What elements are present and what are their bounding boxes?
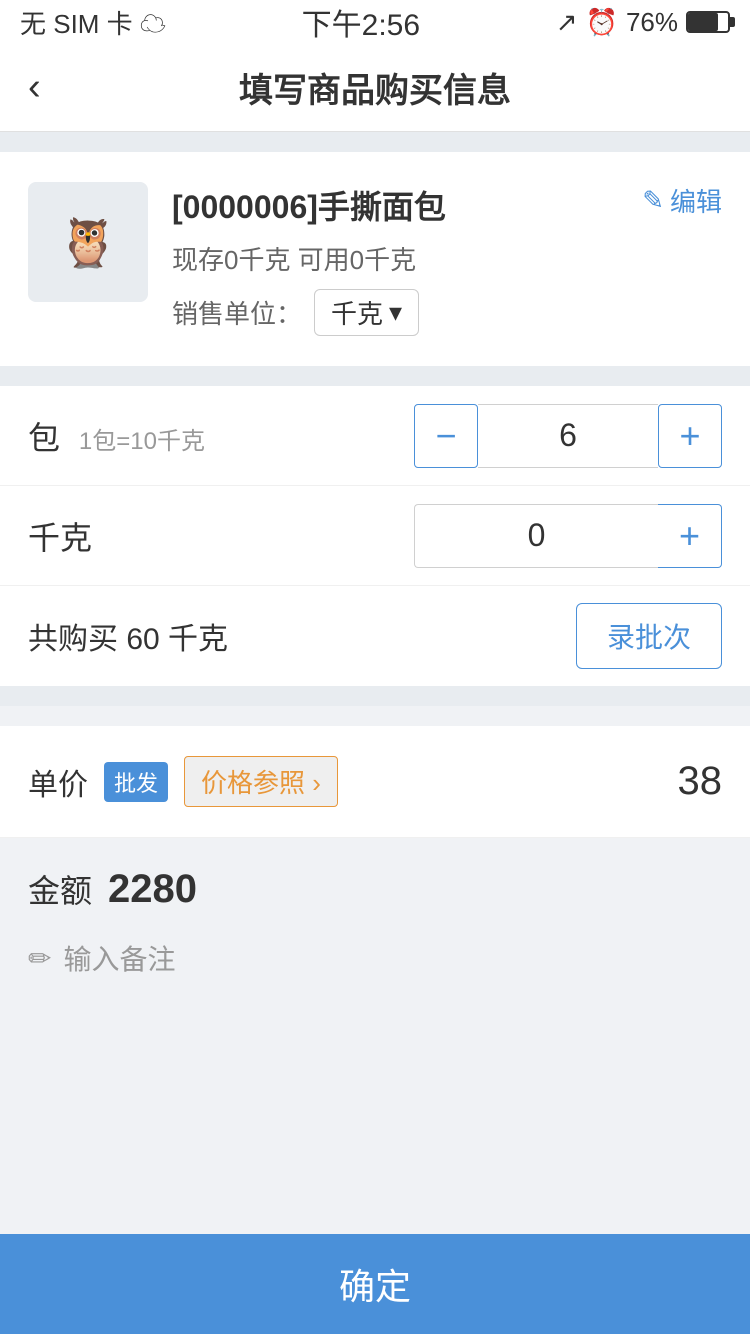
total-row: 共购买 60 千克 录批次 — [0, 586, 750, 686]
package-quantity-control: − + — [414, 404, 722, 468]
status-right: ↗ ⏰ 76% — [556, 7, 730, 38]
price-row: 单价 批发 价格参照 › 38 — [0, 726, 750, 838]
amount-label: 金额 — [28, 866, 92, 912]
edit-label: 编辑 — [670, 182, 722, 219]
package-plus-button[interactable]: + — [658, 404, 722, 468]
bottom-spacer — [0, 988, 750, 1088]
location-icon: ↗ — [556, 7, 578, 38]
price-section: 单价 批发 价格参照 › 38 — [0, 726, 750, 838]
amount-value: 2280 — [108, 867, 197, 912]
package-minus-button[interactable]: − — [414, 404, 478, 468]
status-left: 无 SIM 卡 ☁ — [20, 4, 166, 41]
note-pencil-icon: ✏ — [28, 942, 51, 975]
top-divider — [0, 132, 750, 152]
chevron-down-icon: ▾ — [389, 297, 402, 328]
kg-quantity-control: + — [414, 504, 722, 568]
package-label: 包 1包=10千克 — [28, 413, 414, 459]
product-logo-icon: 🦉 — [58, 214, 118, 271]
back-button[interactable]: ‹ — [28, 66, 41, 109]
kg-plus-button[interactable]: + — [658, 504, 722, 568]
unit-select[interactable]: 千克 ▾ — [314, 289, 419, 336]
package-row: 包 1包=10千克 − + — [0, 386, 750, 486]
price-tag-badge: 批发 — [104, 762, 168, 802]
page-title: 填写商品购买信息 — [239, 63, 511, 112]
edit-button[interactable]: ✎ 编辑 — [642, 182, 722, 219]
sim-label: 无 SIM 卡 ☁ — [20, 4, 166, 41]
nav-bar: ‹ 填写商品购买信息 — [0, 44, 750, 132]
product-stock: 现存0千克 可用0千克 — [172, 240, 722, 277]
note-row[interactable]: ✏ 输入备注 — [28, 928, 722, 988]
amount-row: 金额 2280 — [28, 866, 722, 912]
product-thumbnail: 🦉 — [28, 182, 148, 302]
package-input[interactable] — [478, 404, 658, 468]
kg-input[interactable] — [414, 504, 658, 568]
status-bar: 无 SIM 卡 ☁ 下午2:56 ↗ ⏰ 76% — [0, 0, 750, 44]
price-value: 38 — [678, 759, 723, 804]
edit-icon: ✎ — [642, 185, 664, 216]
amount-section: 金额 2280 ✏ 输入备注 — [0, 838, 750, 988]
record-batch-button[interactable]: 录批次 — [576, 603, 722, 669]
product-info: [0000006]手撕面包 现存0千克 可用0千克 销售单位： 千克 ▾ — [172, 182, 722, 336]
battery-percent: 76% — [626, 7, 678, 38]
input-section: 包 1包=10千克 − + 千克 + — [0, 386, 750, 586]
status-time: 下午2:56 — [302, 0, 420, 44]
battery-icon — [686, 11, 730, 33]
mid-divider-1 — [0, 366, 750, 386]
confirm-button[interactable]: 确定 — [0, 1234, 750, 1334]
price-label: 单价 — [28, 760, 88, 804]
unit-value: 千克 — [331, 294, 383, 331]
note-placeholder: 输入备注 — [63, 938, 175, 978]
mid-divider-2 — [0, 686, 750, 706]
alarm-icon: ⏰ — [586, 7, 618, 38]
product-unit-row: 销售单位： 千克 ▾ — [172, 289, 722, 336]
product-card: 🦉 [0000006]手撕面包 现存0千克 可用0千克 销售单位： 千克 ▾ ✎… — [0, 152, 750, 366]
unit-label: 销售单位： — [172, 294, 302, 331]
price-reference-button[interactable]: 价格参照 › — [184, 756, 338, 807]
kg-label: 千克 — [28, 513, 414, 559]
kg-row: 千克 + — [0, 486, 750, 586]
package-sub-label: 1包=10千克 — [79, 428, 205, 455]
total-label: 共购买 60 千克 — [28, 614, 228, 658]
product-name: [0000006]手撕面包 — [172, 182, 722, 228]
